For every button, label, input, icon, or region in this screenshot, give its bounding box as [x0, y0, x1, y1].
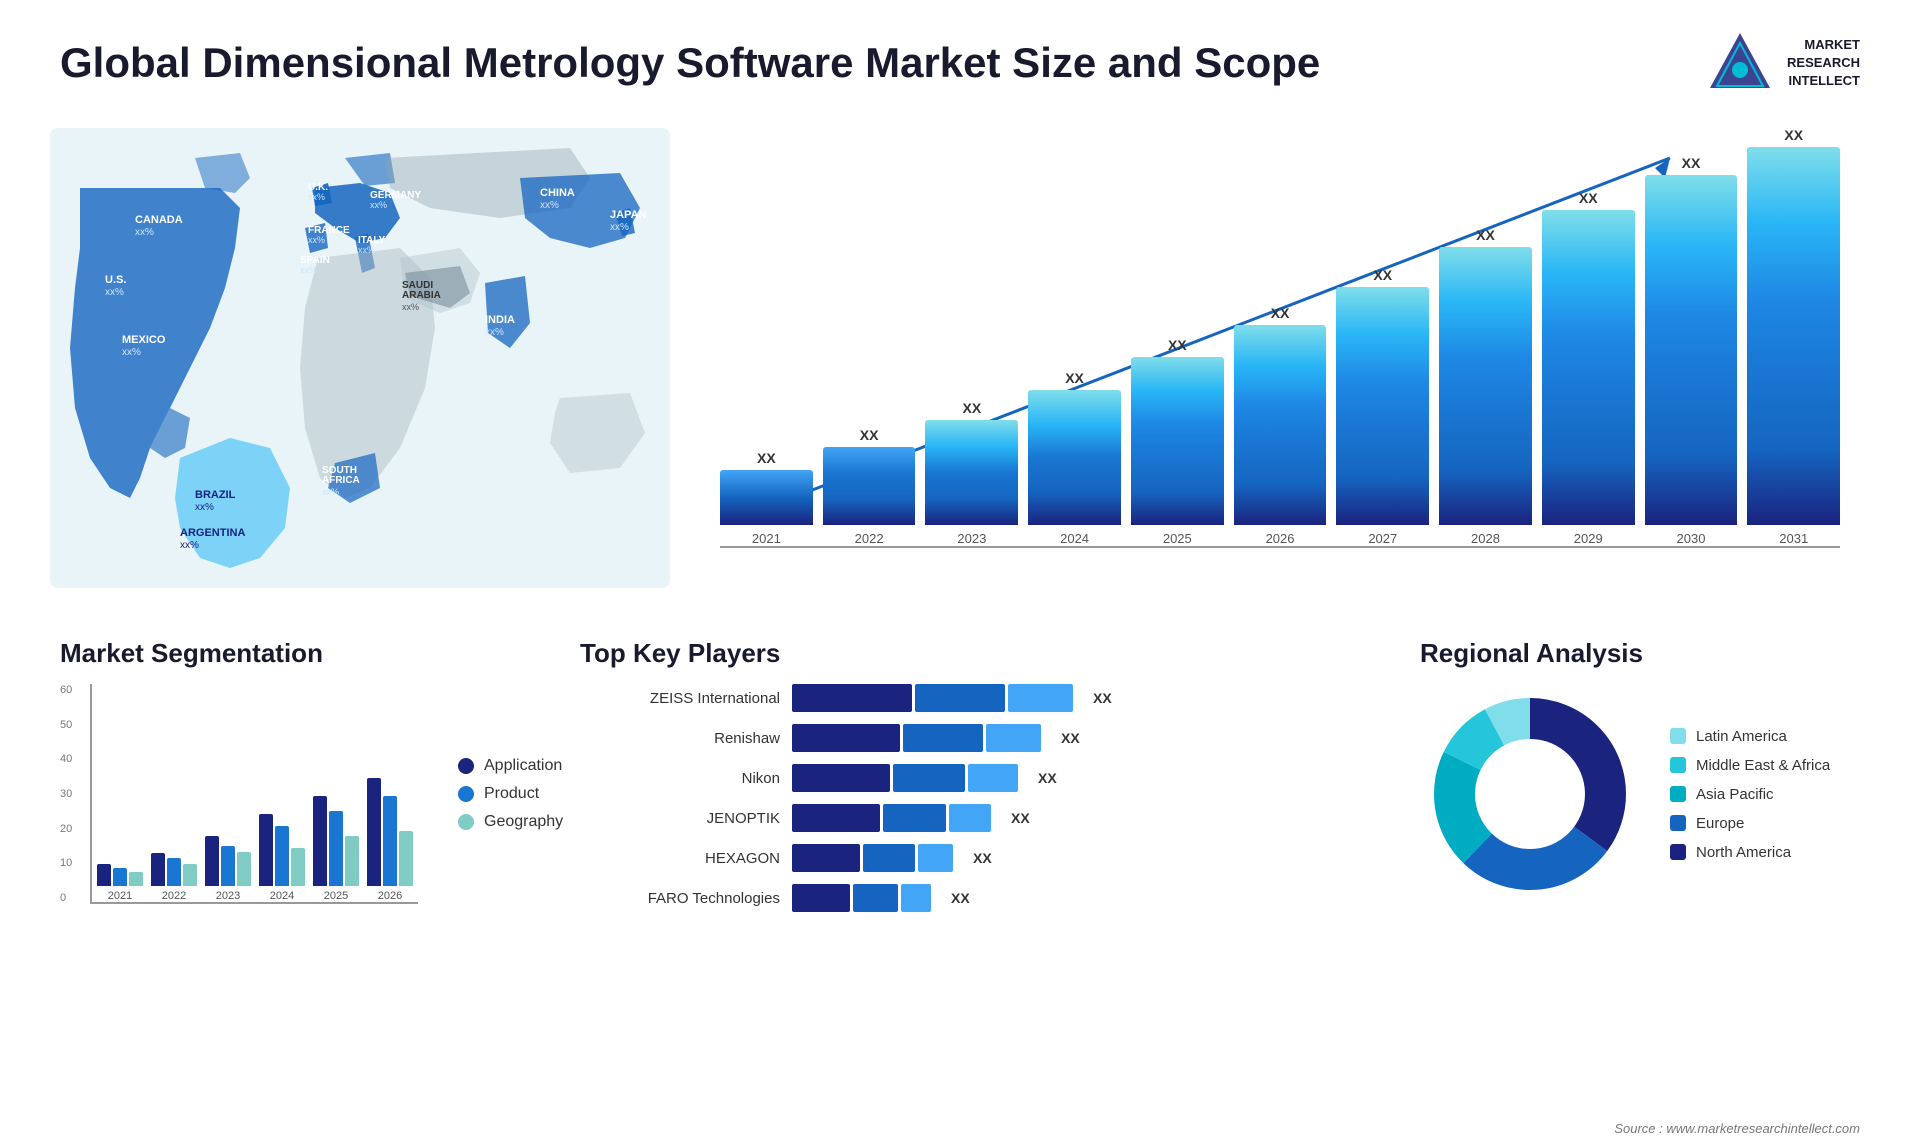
svg-text:U.S.: U.S.	[105, 274, 126, 286]
segmentation-section: Market Segmentation 0 10 20 30 40 50 60	[40, 628, 540, 934]
world-map: CANADA xx% U.S. xx% MEXICO xx% BRAZIL xx…	[50, 128, 650, 588]
bar-2022: XX 2022	[823, 427, 916, 546]
svg-text:xx%: xx%	[300, 265, 317, 275]
svg-text:xx%: xx%	[322, 487, 339, 497]
bar-2021: XX 2021	[720, 450, 813, 546]
bar-2027: XX 2027	[1336, 267, 1429, 546]
bar-2026: XX 2026	[1234, 305, 1327, 546]
svg-text:ARGENTINA: ARGENTINA	[180, 527, 245, 539]
legend-europe: Europe	[1670, 815, 1830, 832]
chart-section: XX 2021 XX 2022 XX 2023 XX	[660, 118, 1880, 618]
legend-application: Application	[458, 757, 563, 775]
bar-2024: XX 2024	[1028, 370, 1121, 546]
logo-icon	[1705, 28, 1775, 98]
svg-text:xx%: xx%	[308, 235, 325, 245]
regional-section: Regional Analysis	[1400, 628, 1880, 934]
map-section: CANADA xx% U.S. xx% MEXICO xx% BRAZIL xx…	[40, 118, 660, 618]
players-title: Top Key Players	[580, 638, 1360, 669]
svg-text:xx%: xx%	[540, 200, 559, 211]
legend-geography: Geography	[458, 813, 563, 831]
bar-chart: XX 2021 XX 2022 XX 2023 XX	[680, 128, 1860, 588]
seg-bars: 2021 2022	[90, 684, 418, 904]
donut-area: Latin America Middle East & Africa Asia …	[1420, 684, 1860, 904]
legend-asia-pacific: Asia Pacific	[1670, 786, 1830, 803]
svg-text:JAPAN: JAPAN	[610, 209, 647, 221]
legend-product: Product	[458, 785, 563, 803]
player-zeiss: ZEISS International XX	[580, 684, 1360, 712]
content-area: CANADA xx% U.S. xx% MEXICO xx% BRAZIL xx…	[0, 118, 1920, 944]
player-faro: FARO Technologies XX	[580, 884, 1360, 912]
bar-2029: XX 2029	[1542, 190, 1635, 546]
legend-dot-application	[458, 758, 474, 774]
player-nikon: Nikon XX	[580, 764, 1360, 792]
svg-text:MEXICO: MEXICO	[122, 334, 166, 346]
bar-2031: XX 2031	[1747, 127, 1840, 546]
svg-text:xx%: xx%	[402, 302, 419, 312]
players-bars: ZEISS International XX Renishaw	[580, 684, 1360, 912]
svg-text:xx%: xx%	[485, 327, 504, 338]
segmentation-content: 0 10 20 30 40 50 60	[60, 684, 520, 904]
svg-text:xx%: xx%	[370, 200, 387, 210]
svg-text:xx%: xx%	[180, 540, 199, 551]
players-section: Top Key Players ZEISS International XX R…	[560, 628, 1380, 934]
player-jenoptik: JENOPTIK XX	[580, 804, 1360, 832]
bar-2023: XX 2023	[925, 400, 1018, 546]
logo-text: MARKET RESEARCH INTELLECT	[1787, 36, 1860, 91]
legend-north-america: North America	[1670, 844, 1830, 861]
svg-text:xx%: xx%	[105, 287, 124, 298]
seg-bar-2024: 2024	[259, 814, 305, 902]
player-renishaw: Renishaw XX	[580, 724, 1360, 752]
page-title: Global Dimensional Metrology Software Ma…	[60, 38, 1320, 88]
svg-text:xx%: xx%	[610, 222, 629, 233]
regional-title: Regional Analysis	[1420, 638, 1860, 669]
seg-chart-area: 0 10 20 30 40 50 60	[60, 684, 418, 904]
svg-text:BRAZIL: BRAZIL	[195, 489, 236, 501]
legend-dot-geography	[458, 814, 474, 830]
legend-middle-east-africa: Middle East & Africa	[1670, 757, 1830, 774]
svg-text:CHINA: CHINA	[540, 187, 575, 199]
seg-bar-2026: 2026	[367, 778, 413, 902]
svg-text:CANADA: CANADA	[135, 214, 183, 226]
svg-text:AFRICA: AFRICA	[322, 475, 360, 486]
svg-text:xx%: xx%	[308, 192, 325, 202]
svg-text:xx%: xx%	[135, 227, 154, 238]
bottom-area: Market Segmentation 0 10 20 30 40 50 60	[40, 618, 1880, 944]
legend-dot-product	[458, 786, 474, 802]
svg-text:ARABIA: ARABIA	[402, 290, 441, 301]
regional-legend: Latin America Middle East & Africa Asia …	[1670, 728, 1830, 861]
seg-legend: Application Product Geography	[438, 684, 563, 904]
seg-bar-2021: 2021	[97, 864, 143, 902]
logo-area: MARKET RESEARCH INTELLECT	[1705, 28, 1860, 98]
header: Global Dimensional Metrology Software Ma…	[0, 0, 1920, 118]
bar-2028: XX 2028	[1439, 227, 1532, 546]
map-svg: CANADA xx% U.S. xx% MEXICO xx% BRAZIL xx…	[50, 128, 670, 588]
seg-bar-2025: 2025	[313, 796, 359, 902]
seg-bar-2022: 2022	[151, 853, 197, 902]
svg-text:xx%: xx%	[358, 245, 375, 255]
bar-chart-area: XX 2021 XX 2022 XX 2023 XX	[720, 168, 1840, 548]
legend-latin-america: Latin America	[1670, 728, 1830, 745]
svg-text:INDIA: INDIA	[485, 314, 515, 326]
svg-text:xx%: xx%	[195, 502, 214, 513]
segmentation-title: Market Segmentation	[60, 638, 520, 669]
source-text: Source : www.marketresearchintellect.com	[1614, 1121, 1860, 1136]
donut-chart	[1420, 684, 1640, 904]
bar-2025: XX 2025	[1131, 337, 1224, 546]
svg-text:xx%: xx%	[122, 347, 141, 358]
bar-2030: XX 2030	[1645, 155, 1738, 546]
player-hexagon: HEXAGON XX	[580, 844, 1360, 872]
seg-bar-2023: 2023	[205, 836, 251, 902]
